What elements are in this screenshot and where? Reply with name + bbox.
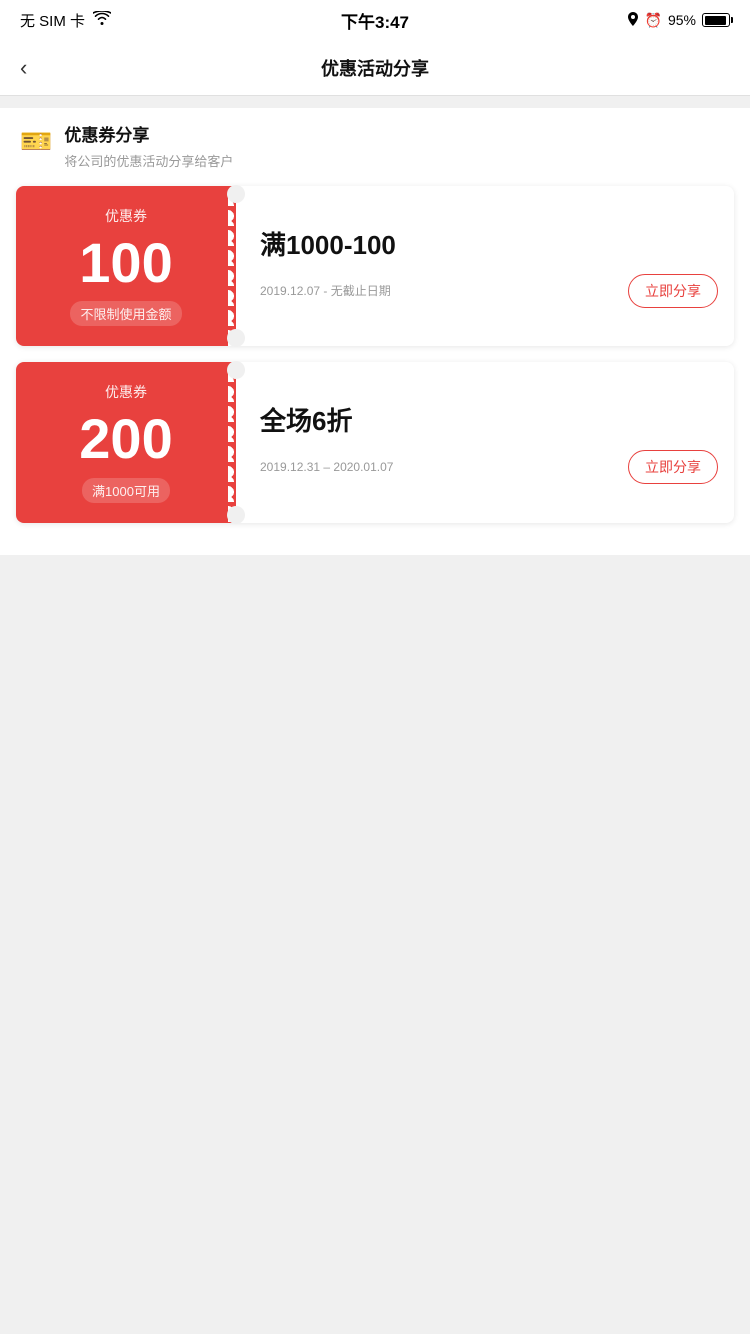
coupon-card-1: 优惠券 100 不限制使用金额 满1000-100 2019.12.07 - 无… — [16, 186, 734, 347]
coupon-footer-2: 2019.12.31 – 2020.01.07 立即分享 — [260, 450, 718, 484]
section-subtitle: 将公司的优惠活动分享给客户 — [64, 151, 233, 170]
section-text-group: 优惠券分享 将公司的优惠活动分享给客户 — [64, 124, 233, 170]
coupon-right-1: 满1000-100 2019.12.07 - 无截止日期 立即分享 — [236, 186, 734, 347]
section-header: 🎫 优惠券分享 将公司的优惠活动分享给客户 — [0, 108, 750, 186]
coupon-name-1: 满1000-100 — [260, 225, 718, 262]
coupon-condition-2: 满1000可用 — [82, 478, 170, 503]
wifi-icon — [93, 11, 111, 29]
nav-title: 优惠活动分享 — [321, 55, 429, 81]
coupon-name-2: 全场6折 — [260, 401, 718, 438]
coupon-right-2: 全场6折 2019.12.31 – 2020.01.07 立即分享 — [236, 362, 734, 523]
share-button-1[interactable]: 立即分享 — [628, 274, 718, 308]
coupon-date-1: 2019.12.07 - 无截止日期 — [260, 282, 391, 299]
coupon-footer-1: 2019.12.07 - 无截止日期 立即分享 — [260, 274, 718, 308]
nav-bar: ‹ 优惠活动分享 — [0, 40, 750, 96]
coupon-type-1: 优惠券 — [105, 206, 147, 226]
coupon-share-icon: 🎫 — [20, 126, 52, 157]
status-right: ⏰ 95% — [627, 12, 730, 29]
alarm-icon: ⏰ — [645, 12, 662, 29]
empty-area — [0, 555, 750, 1055]
battery-percent: 95% — [668, 12, 696, 28]
top-divider — [0, 96, 750, 108]
coupon-left-2: 优惠券 200 满1000可用 — [16, 362, 236, 523]
scallop-top-2 — [227, 361, 245, 379]
share-button-2[interactable]: 立即分享 — [628, 450, 718, 484]
coupon-type-2: 优惠券 — [105, 382, 147, 402]
battery-icon — [702, 13, 730, 27]
coupon-list: 优惠券 100 不限制使用金额 满1000-100 2019.12.07 - 无… — [0, 186, 750, 555]
coupon-amount-2: 200 — [79, 408, 172, 470]
coupon-date-2: 2019.12.31 – 2020.01.07 — [260, 460, 393, 474]
back-button[interactable]: ‹ — [20, 55, 27, 81]
status-time: 下午3:47 — [341, 8, 409, 33]
coupon-card-2: 优惠券 200 满1000可用 全场6折 2019.12.31 – 2020.0… — [16, 362, 734, 523]
status-left: 无 SIM 卡 — [20, 10, 111, 31]
carrier-text: 无 SIM 卡 — [20, 10, 85, 31]
scallop-top-1 — [227, 185, 245, 203]
coupon-amount-1: 100 — [79, 232, 172, 294]
section-title: 优惠券分享 — [64, 124, 233, 148]
scallop-bottom-1 — [227, 329, 245, 347]
status-bar: 无 SIM 卡 下午3:47 ⏰ 95% — [0, 0, 750, 40]
coupon-condition-1: 不限制使用金额 — [70, 301, 181, 326]
location-icon — [627, 12, 639, 29]
coupon-left-1: 优惠券 100 不限制使用金额 — [16, 186, 236, 347]
scallop-bottom-2 — [227, 506, 245, 524]
